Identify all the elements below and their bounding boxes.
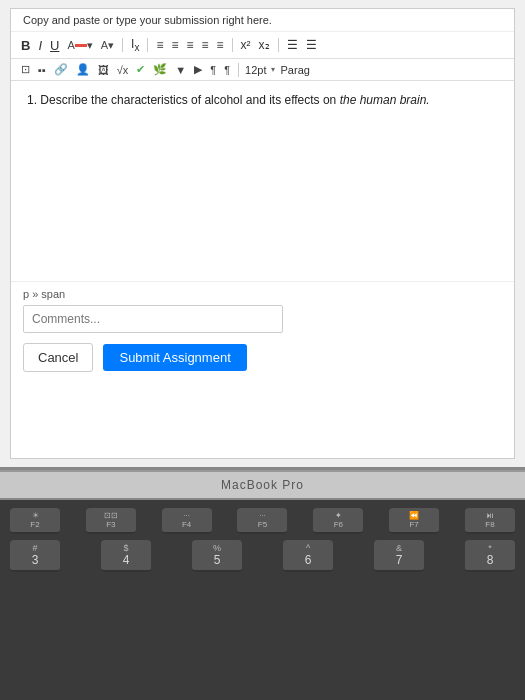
button-row: Cancel Submit Assignment: [23, 343, 502, 372]
clear-format-button[interactable]: Ix: [129, 36, 141, 54]
image-icon[interactable]: 🖼: [96, 63, 111, 77]
separator4: [278, 38, 279, 52]
screen-inner: Copy and paste or type your submission r…: [10, 8, 515, 459]
font-size-select[interactable]: 12pt: [245, 64, 266, 76]
separator5: [238, 63, 239, 77]
key-3[interactable]: # 3: [10, 540, 60, 572]
dropdown-arrow-icon[interactable]: ▼: [173, 63, 188, 77]
cancel-button[interactable]: Cancel: [23, 343, 93, 372]
separator2: [147, 38, 148, 52]
key-f7[interactable]: ⏪ F7: [389, 508, 439, 534]
pilcrow-icon[interactable]: ¶: [208, 63, 218, 77]
number-key-row: # 3 $ 4 % 5 ^ 6 & 7 * 8: [10, 540, 515, 572]
key-8[interactable]: * 8: [465, 540, 515, 572]
align-center-button[interactable]: ≡: [169, 37, 180, 53]
content-area[interactable]: 1. Describe the characteristics of alcoh…: [11, 81, 514, 281]
play-icon[interactable]: ▶: [192, 62, 204, 77]
align-right-button[interactable]: ≡: [184, 37, 195, 53]
toolbar-row1: B I U A▾ A▾ Ix ≡ ≡ ≡ ≡ ≡ x² x₂ ☰: [11, 32, 514, 59]
toolbar-row2: ⊡ ▪▪ 🔗 👤 🖼 √x ✔ 🌿 ▼ ▶ ¶ ¶ 12pt ▾ Parag: [11, 59, 514, 81]
link-icon[interactable]: 🔗: [52, 62, 70, 77]
function-key-row: ☀ F2 ⊡⊡ F3 ··· F4 ··· F5 ✦ F6 ⏪ F7: [10, 508, 515, 534]
question-body: Describe the characteristics of alcohol …: [40, 93, 336, 107]
embed-icon[interactable]: ▪▪: [36, 63, 48, 77]
bottom-section: p » span Cancel Submit Assignment: [11, 281, 514, 378]
question-text: 1. Describe the characteristics of alcoh…: [27, 91, 498, 109]
italic-button[interactable]: I: [36, 37, 44, 54]
key-f8[interactable]: ⏯ F8: [465, 508, 515, 534]
key-5[interactable]: % 5: [192, 540, 242, 572]
superscript-button[interactable]: x²: [239, 37, 253, 53]
key-f5[interactable]: ··· F5: [237, 508, 287, 534]
key-f4[interactable]: ··· F4: [162, 508, 212, 534]
separator3: [232, 38, 233, 52]
question-number: 1.: [27, 93, 37, 107]
pilcrow2-icon[interactable]: ¶: [222, 63, 232, 77]
ordered-list-button[interactable]: ☰: [304, 37, 319, 53]
screen: Copy and paste or type your submission r…: [0, 0, 525, 470]
person-icon[interactable]: 👤: [74, 62, 92, 77]
hint-label: Copy and paste or type your submission r…: [23, 14, 272, 26]
align-justify-button[interactable]: ≡: [199, 37, 210, 53]
subscript-button[interactable]: x₂: [257, 37, 272, 53]
key-f3[interactable]: ⊡⊡ F3: [86, 508, 136, 534]
bold-button[interactable]: B: [19, 37, 32, 54]
highlight-button[interactable]: A▾: [99, 38, 116, 53]
comments-input[interactable]: [23, 305, 283, 333]
check-icon[interactable]: ✔: [134, 62, 147, 77]
key-4[interactable]: $ 4: [101, 540, 151, 572]
submit-assignment-button[interactable]: Submit Assignment: [103, 344, 246, 371]
table-icon[interactable]: ⊡: [19, 62, 32, 77]
key-f2[interactable]: ☀ F2: [10, 508, 60, 534]
separator1: [122, 38, 123, 52]
paragraph-style-label[interactable]: Parag: [281, 64, 310, 76]
keyboard-area: ☀ F2 ⊡⊡ F3 ··· F4 ··· F5 ✦ F6 ⏪ F7: [0, 500, 525, 700]
macbook-brand: MacBook Pro: [221, 478, 304, 492]
underline-button[interactable]: U: [48, 37, 61, 54]
laptop-container: Copy and paste or type your submission r…: [0, 0, 525, 700]
font-size-dropdown-icon[interactable]: ▾: [271, 65, 275, 74]
hint-text: Copy and paste or type your submission r…: [11, 9, 514, 32]
leaf-icon[interactable]: 🌿: [151, 62, 169, 77]
unordered-list-button[interactable]: ☰: [285, 37, 300, 53]
key-6[interactable]: ^ 6: [283, 540, 333, 572]
align-left-button[interactable]: ≡: [154, 37, 165, 53]
macbook-bar: MacBook Pro: [0, 470, 525, 500]
p-span-label: p » span: [23, 288, 502, 300]
key-7[interactable]: & 7: [374, 540, 424, 572]
question-italic: the human brain.: [340, 93, 430, 107]
indent-dec-button[interactable]: ≡: [215, 37, 226, 53]
font-color-button[interactable]: A▾: [65, 38, 94, 53]
key-f6[interactable]: ✦ F6: [313, 508, 363, 534]
sqrt-icon[interactable]: √x: [115, 63, 131, 77]
